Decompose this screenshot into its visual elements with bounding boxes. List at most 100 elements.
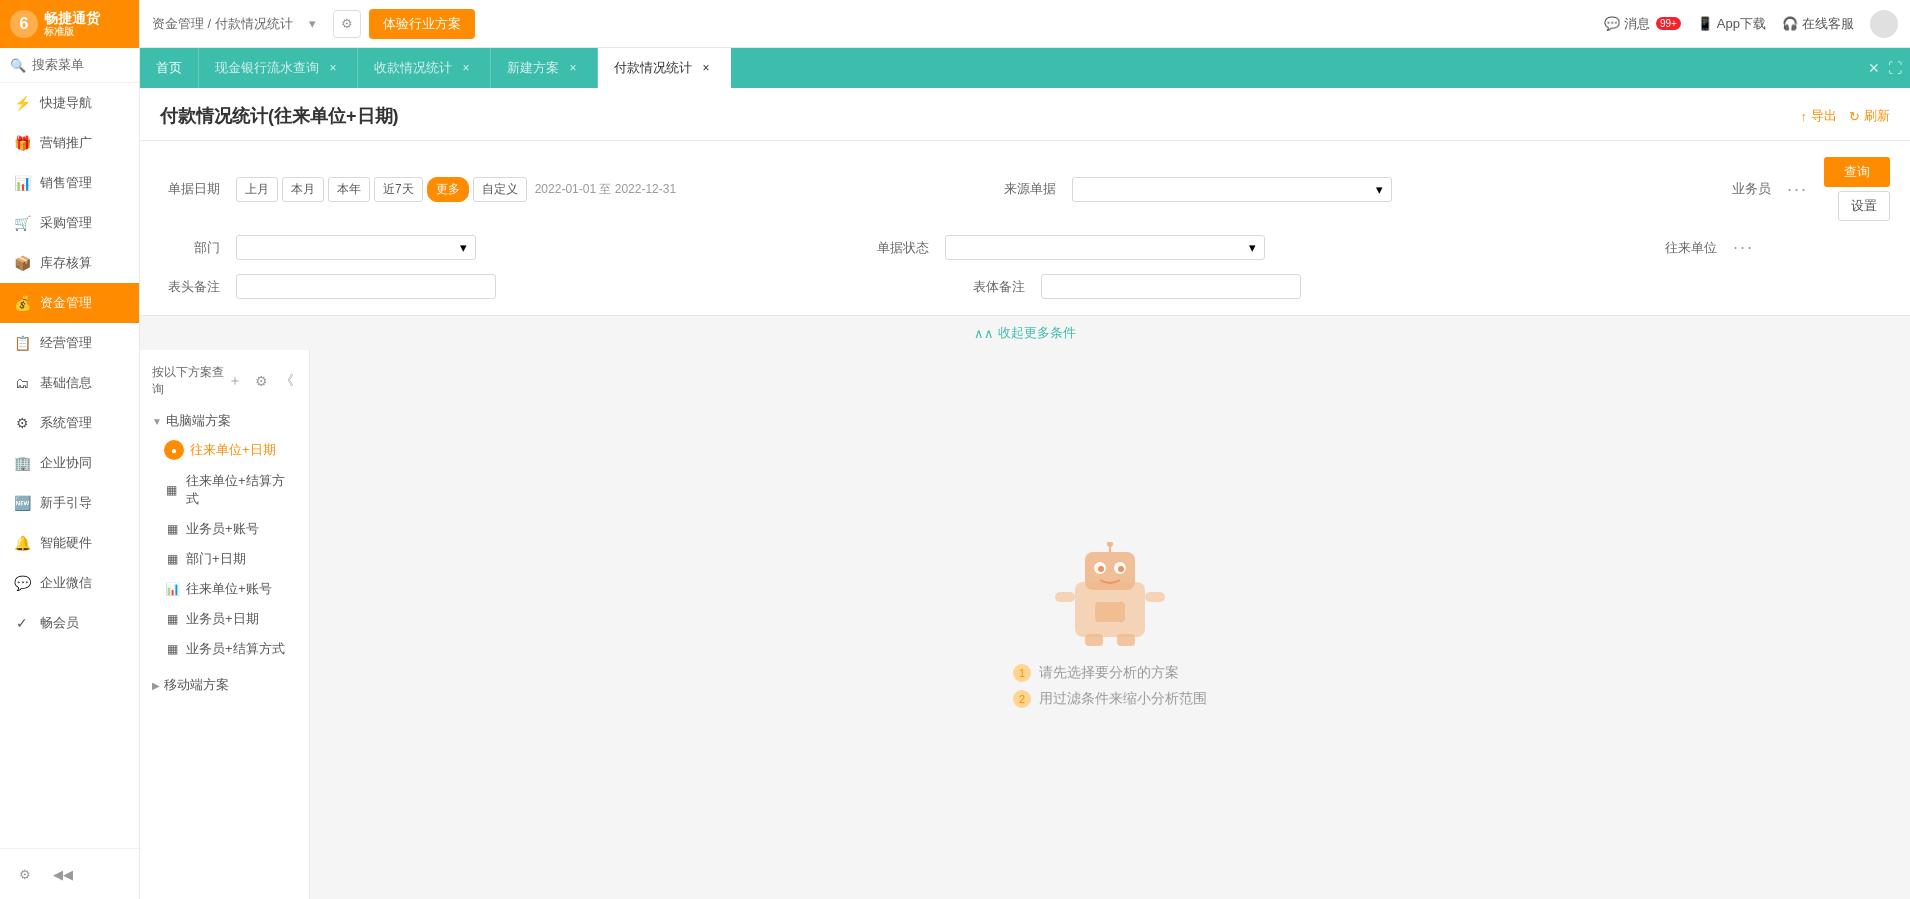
date-btn-this-year[interactable]: 本年 [328, 177, 370, 202]
tab-receipt-close[interactable]: × [458, 60, 474, 76]
main-area: 资金管理 / 付款情况统计 ▾ ⚙ 体验行业方案 💬 消息 99+ 📱 App下… [140, 0, 1910, 899]
member-label: 畅会员 [40, 614, 79, 632]
scheme-active-dot: ● [164, 440, 184, 460]
sidebar-item-operation[interactable]: 📋 经营管理 [0, 323, 139, 363]
online-service-btn[interactable]: 🎧 在线客服 [1782, 15, 1854, 33]
smart-label: 智能硬件 [40, 534, 92, 552]
tab-payment-close[interactable]: × [698, 60, 714, 76]
tab-receipt-label: 收款情况统计 [374, 59, 452, 77]
date-btn-this-month[interactable]: 本月 [282, 177, 324, 202]
tab-bar-actions: ✕ ⛶ [1860, 48, 1910, 88]
member-icon: ✓ [12, 613, 32, 633]
scheme-table-icon-3: ▦ [164, 551, 180, 567]
tab-receipt[interactable]: 收款情况统计 × [358, 48, 491, 88]
svg-rect-11 [1117, 634, 1135, 646]
sidebar-item-inventory[interactable]: 📦 库存核算 [0, 243, 139, 283]
message-btn[interactable]: 💬 消息 99+ [1604, 15, 1681, 33]
tab-home[interactable]: 首页 [140, 48, 199, 88]
salesman-picker[interactable]: ··· [1787, 179, 1808, 200]
scheme-item-dept-date[interactable]: ▦ 部门+日期 [140, 544, 309, 574]
scheme-salesman-account-label: 业务员+账号 [186, 520, 259, 538]
app-logo: 6 畅捷通货 标准版 [0, 0, 139, 48]
close-tab-btn[interactable]: ✕ [1868, 60, 1880, 76]
main-content-area: 1 请先选择要分析的方案 2 用过滤条件来缩小分析范围 [310, 350, 1910, 899]
breadcrumb-dropdown-btn[interactable]: ▾ [301, 12, 325, 36]
tab-bank-close[interactable]: × [325, 60, 341, 76]
sidebar-item-member[interactable]: ✓ 畅会员 [0, 603, 139, 643]
mobile-scheme-group: ▶ 移动端方案 [140, 668, 309, 702]
sales-label: 销售管理 [40, 174, 92, 192]
tab-bank[interactable]: 现金银行流水查询 × [199, 48, 358, 88]
table-header-note-input[interactable] [236, 274, 496, 299]
source-select[interactable]: ▾ [1072, 177, 1392, 202]
scheme-item-salesman-account[interactable]: ▦ 业务员+账号 [140, 514, 309, 544]
date-range-text: 2022-01-01 至 2022-12-31 [535, 181, 676, 198]
dept-label: 部门 [160, 239, 220, 257]
svg-rect-12 [1095, 602, 1125, 622]
query-btn[interactable]: 查询 [1824, 157, 1890, 187]
search-menu-item[interactable]: 🔍 搜索菜单 [0, 48, 139, 83]
scheme-salesman-date-label: 业务员+日期 [186, 610, 259, 628]
sidebar-item-enterprise[interactable]: 🏢 企业协同 [0, 443, 139, 483]
scheme-settings-btn[interactable]: ⚙ [251, 371, 271, 391]
refresh-btn[interactable]: ↻ 刷新 [1849, 107, 1890, 125]
group-expand-icon: ▼ [152, 416, 162, 427]
filter-panel: 单据日期 上月 本月 本年 近7天 更多 自定义 2022-01-01 至 20… [140, 141, 1910, 316]
scheme-item-salesman-settlement[interactable]: ▦ 业务员+结算方式 [140, 634, 309, 664]
message-badge: 99+ [1656, 17, 1681, 30]
svg-point-5 [1118, 566, 1124, 572]
svg-point-7 [1107, 542, 1113, 547]
sidebar-item-guide[interactable]: 🆕 新手引导 [0, 483, 139, 523]
finance-icon: 💰 [12, 293, 32, 313]
user-avatar[interactable] [1870, 10, 1898, 38]
sidebar-item-quick-nav[interactable]: ⚡ 快捷导航 [0, 83, 139, 123]
collapse-scheme-btn[interactable]: 《 [277, 371, 297, 391]
sidebar-item-purchase[interactable]: 🛒 采购管理 [0, 203, 139, 243]
settings-bottom-btn[interactable]: ⚙ [10, 859, 40, 889]
basic-label: 基础信息 [40, 374, 92, 392]
date-btn-last-month[interactable]: 上月 [236, 177, 278, 202]
desktop-group-header[interactable]: ▼ 电脑端方案 [140, 408, 309, 434]
online-service-label: 在线客服 [1802, 15, 1854, 33]
sidebar-item-smart[interactable]: 🔔 智能硬件 [0, 523, 139, 563]
maximize-tab-btn[interactable]: ⛶ [1888, 60, 1902, 76]
page-header: 付款情况统计(往来单位+日期) ↑ 导出 ↻ 刷新 [140, 88, 1910, 141]
purchase-label: 采购管理 [40, 214, 92, 232]
date-btn-custom[interactable]: 自定义 [473, 177, 527, 202]
scheme-item-counterpart-settlement[interactable]: ▦ 往来单位+结算方式 [140, 466, 309, 514]
download-icon: 📱 [1697, 16, 1713, 31]
sidebar-item-basic[interactable]: 🗂 基础信息 [0, 363, 139, 403]
tab-new-plan[interactable]: 新建方案 × [491, 48, 598, 88]
sidebar-item-wechat[interactable]: 💬 企业微信 [0, 563, 139, 603]
scheme-item-counterpart-date[interactable]: ● 往来单位+日期 [140, 434, 309, 466]
refresh-icon: ↻ [1849, 109, 1860, 124]
settings-small-btn[interactable]: 设置 [1838, 191, 1890, 221]
date-label: 单据日期 [160, 180, 220, 198]
table-body-note-input[interactable] [1041, 274, 1301, 299]
refresh-label: 刷新 [1864, 107, 1890, 125]
trial-btn[interactable]: 体验行业方案 [369, 9, 475, 39]
app-download-btn[interactable]: 📱 App下载 [1697, 15, 1766, 33]
header-settings-btn[interactable]: ⚙ [333, 10, 361, 38]
collapse-sidebar-btn[interactable]: ◀◀ [48, 859, 78, 889]
date-buttons: 上月 本月 本年 近7天 更多 自定义 2022-01-01 至 2022-12… [236, 177, 676, 202]
doc-status-select[interactable]: ▾ [945, 235, 1265, 260]
mobile-group-header[interactable]: ▶ 移动端方案 [140, 672, 309, 698]
sidebar-item-system[interactable]: ⚙ 系统管理 [0, 403, 139, 443]
scheme-chart-icon: 📊 [164, 581, 180, 597]
scheme-item-salesman-date[interactable]: ▦ 业务员+日期 [140, 604, 309, 634]
export-btn[interactable]: ↑ 导出 [1801, 107, 1838, 125]
collapse-bar[interactable]: ∧∧ 收起更多条件 [140, 316, 1910, 350]
dept-select[interactable]: ▾ [236, 235, 476, 260]
scheme-item-counterpart-account[interactable]: 📊 往来单位+账号 [140, 574, 309, 604]
sidebar-item-sales[interactable]: 📊 销售管理 [0, 163, 139, 203]
date-btn-7days[interactable]: 近7天 [374, 177, 423, 202]
sidebar-item-finance[interactable]: 💰 资金管理 [0, 283, 139, 323]
date-btn-more[interactable]: 更多 [427, 177, 469, 202]
add-scheme-btn[interactable]: ＋ [225, 371, 245, 391]
sidebar-item-marketing[interactable]: 🎁 营销推广 [0, 123, 139, 163]
tab-payment[interactable]: 付款情况统计 × [598, 48, 731, 88]
tab-new-plan-close[interactable]: × [565, 60, 581, 76]
content-area: 付款情况统计(往来单位+日期) ↑ 导出 ↻ 刷新 单据日期 上月 本月 [140, 88, 1910, 899]
counterpart-picker[interactable]: ··· [1733, 237, 1754, 258]
